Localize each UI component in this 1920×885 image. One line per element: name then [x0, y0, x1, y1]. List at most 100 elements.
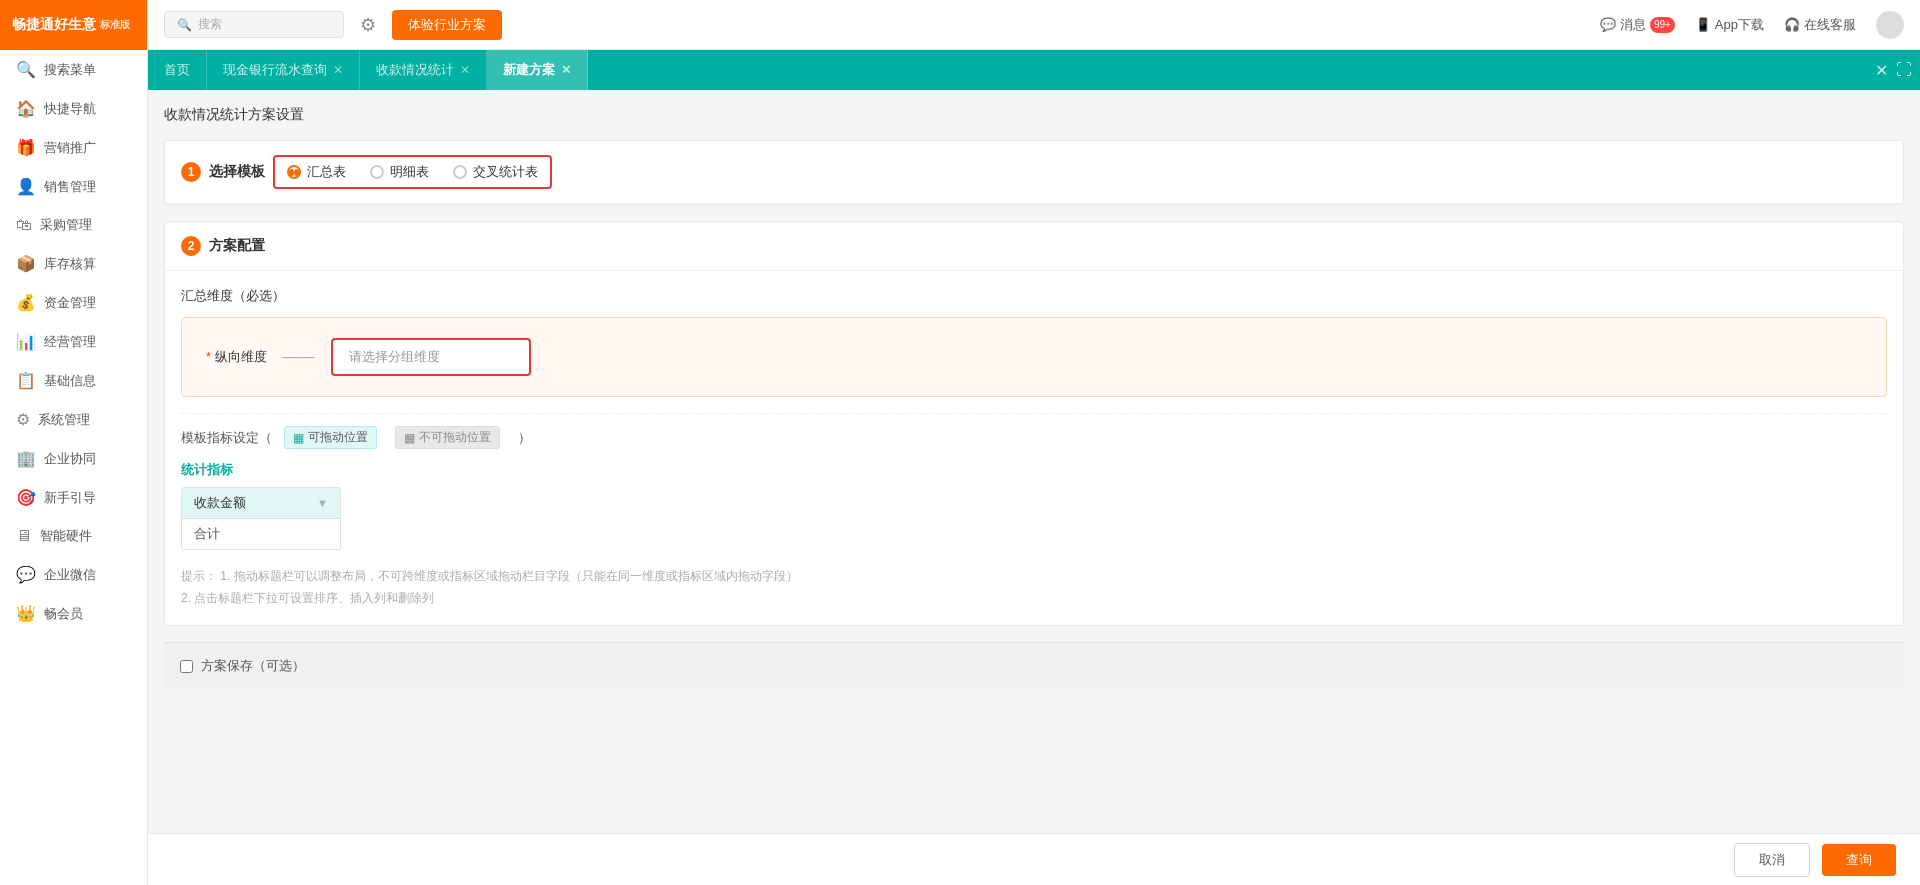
- section2-number: 2: [181, 236, 201, 256]
- footer-bar: 取消 查询: [148, 833, 1920, 885]
- tag-draggable: ▦ 可拖动位置: [284, 426, 377, 449]
- radio-cross[interactable]: 交叉统计表: [453, 163, 538, 181]
- sidebar-item-vip[interactable]: 👑 畅会员: [0, 594, 147, 633]
- section-plan-config: 2 方案配置 汇总维度（必选） * 纵向维度 —— 请选择分组维度: [164, 221, 1904, 626]
- dimension-select[interactable]: 请选择分组维度: [331, 338, 531, 376]
- service-label: 在线客服: [1804, 16, 1856, 34]
- avatar[interactable]: [1876, 11, 1904, 39]
- radio-summary[interactable]: 汇总表: [287, 163, 346, 181]
- sidebar-item-label: 采购管理: [40, 216, 92, 234]
- radio-summary-label: 汇总表: [307, 163, 346, 181]
- tab-minimize-icon[interactable]: ✕: [1875, 61, 1888, 80]
- draggable-label: 可拖动位置: [308, 429, 368, 446]
- download-item[interactable]: 📱 App下载: [1695, 16, 1764, 34]
- settings-icon[interactable]: ⚙: [360, 14, 376, 36]
- message-item[interactable]: 💬 消息 99+: [1600, 16, 1675, 34]
- section-template-header: 1 选择模板 汇总表 明细表: [165, 141, 1903, 204]
- message-icon: 💬: [1600, 17, 1616, 32]
- tab-new-plan[interactable]: 新建方案 ✕: [487, 50, 588, 90]
- dimension-group-label: 汇总维度（必选）: [181, 287, 1887, 305]
- dropdown-chevron-icon[interactable]: ▼: [317, 497, 328, 509]
- template-options-wrapper: 汇总表 明细表 交叉统计表: [273, 155, 552, 189]
- sidebar-item-guide[interactable]: 🎯 新手引导: [0, 478, 147, 517]
- plan-config-body: 汇总维度（必选） * 纵向维度 —— 请选择分组维度: [165, 271, 1903, 625]
- search-menu-icon: 🔍: [16, 60, 36, 79]
- radio-detail[interactable]: 明细表: [370, 163, 429, 181]
- non-draggable-label: 不可拖动位置: [419, 429, 491, 446]
- search-bar[interactable]: 🔍 搜索: [164, 11, 344, 38]
- sidebar: 畅捷通好生意 标准版 🔍 搜索菜单 🏠 快捷导航 🎁 营销推广 👤 销售管理 🛍…: [0, 0, 148, 885]
- tag-non-draggable: ▦ 不可拖动位置: [395, 426, 500, 449]
- tab-bank-flow-label: 现金银行流水查询: [223, 61, 327, 79]
- sidebar-item-smart-hw[interactable]: 🖥 智能硬件: [0, 517, 147, 555]
- sidebar-item-basic-info[interactable]: 📋 基础信息: [0, 361, 147, 400]
- content-area: 收款情况统计方案设置 1 选择模板 汇总表: [148, 90, 1920, 833]
- tab-revenue-stats-close[interactable]: ✕: [460, 63, 470, 77]
- logo-sub: 标准版: [100, 18, 130, 32]
- hint-line-2: 2. 点击标题栏下拉可设置排序、插入列和删除列: [181, 588, 1887, 610]
- non-draggable-icon: ▦: [404, 431, 415, 445]
- cancel-button[interactable]: 取消: [1734, 843, 1810, 877]
- dimension-arrow-icon: ——: [283, 348, 315, 366]
- vertical-dim-label: * 纵向维度: [206, 348, 267, 366]
- indicator-header-row: 模板指标设定（ ▦ 可拖动位置 ▦ 不可拖动位置 ）: [181, 426, 1887, 449]
- radio-cross-circle: [453, 165, 467, 179]
- tab-revenue-stats[interactable]: 收款情况统计 ✕: [360, 50, 487, 90]
- sidebar-item-finance[interactable]: 💰 资金管理: [0, 283, 147, 322]
- query-button[interactable]: 查询: [1822, 844, 1896, 876]
- section2-header: 2 方案配置: [165, 222, 1903, 271]
- sidebar-item-label: 搜索菜单: [44, 61, 96, 79]
- trial-button[interactable]: 体验行业方案: [392, 10, 502, 40]
- sidebar-item-marketing[interactable]: 🎁 营销推广: [0, 128, 147, 167]
- gift-icon: 🎁: [16, 138, 36, 157]
- draggable-icon: ▦: [293, 431, 304, 445]
- section-template: 1 选择模板 汇总表 明细表: [164, 140, 1904, 205]
- sidebar-item-label: 基础信息: [44, 372, 96, 390]
- tab-expand-icon[interactable]: ⛶: [1896, 61, 1912, 79]
- sidebar-item-label: 新手引导: [44, 489, 96, 507]
- tab-home-label: 首页: [164, 61, 190, 79]
- message-label: 消息: [1620, 16, 1646, 34]
- indicator-section: 模板指标设定（ ▦ 可拖动位置 ▦ 不可拖动位置 ）: [181, 413, 1887, 609]
- tabbar-controls: ✕ ⛶: [1867, 50, 1920, 90]
- save-section: 方案保存（可选）: [164, 642, 1904, 689]
- chart-icon: 📊: [16, 332, 36, 351]
- search-icon: 🔍: [177, 18, 192, 32]
- tab-new-plan-label: 新建方案: [503, 61, 555, 79]
- tab-bank-flow-close[interactable]: ✕: [333, 63, 343, 77]
- tab-home[interactable]: 首页: [148, 50, 207, 90]
- sidebar-item-sales[interactable]: 👤 销售管理: [0, 167, 147, 206]
- guide-icon: 🎯: [16, 488, 36, 507]
- section2-title: 方案配置: [209, 237, 265, 255]
- message-badge: 99+: [1650, 17, 1675, 33]
- sidebar-item-label: 快捷导航: [44, 100, 96, 118]
- sidebar-item-operations[interactable]: 📊 经营管理: [0, 322, 147, 361]
- box-icon: 📦: [16, 254, 36, 273]
- hint-line-1: 提示： 1. 拖动标题栏可以调整布局，不可跨维度或指标区域拖动栏目字段（只能在同…: [181, 566, 1887, 588]
- sidebar-item-enterprise-wechat[interactable]: 💬 企业微信: [0, 555, 147, 594]
- service-item[interactable]: 🎧 在线客服: [1784, 16, 1856, 34]
- sidebar-item-enterprise-collab[interactable]: 🏢 企业协同: [0, 439, 147, 478]
- tab-bank-flow[interactable]: 现金银行流水查询 ✕: [207, 50, 360, 90]
- indicator-table-header[interactable]: 收款金额 ▼: [182, 488, 340, 519]
- section1-number: 1: [181, 162, 201, 182]
- sidebar-item-search-menu[interactable]: 🔍 搜索菜单: [0, 50, 147, 89]
- home-icon: 🏠: [16, 99, 36, 118]
- tab-new-plan-close[interactable]: ✕: [561, 63, 571, 77]
- save-checkbox[interactable]: [180, 660, 193, 673]
- headset-icon: 🎧: [1784, 17, 1800, 32]
- sidebar-item-purchase[interactable]: 🛍 采购管理: [0, 206, 147, 244]
- chat-icon: 💬: [16, 565, 36, 584]
- sidebar-logo: 畅捷通好生意 标准版: [0, 0, 147, 50]
- download-icon: 📱: [1695, 17, 1711, 32]
- sidebar-item-system[interactable]: ⚙ 系统管理: [0, 400, 147, 439]
- tabbar: 首页 现金银行流水查询 ✕ 收款情况统计 ✕ 新建方案 ✕ ✕ ⛶: [148, 50, 1920, 90]
- logo-text: 畅捷通好生意: [12, 16, 96, 34]
- sidebar-item-label: 系统管理: [38, 411, 90, 429]
- indicator-table-row: 合计: [182, 519, 340, 549]
- page-title: 收款情况统计方案设置: [164, 106, 1904, 124]
- sidebar-item-inventory[interactable]: 📦 库存核算: [0, 244, 147, 283]
- topbar-right: 💬 消息 99+ 📱 App下载 🎧 在线客服: [1600, 11, 1904, 39]
- indicator-table: 收款金额 ▼ 合计: [181, 487, 341, 550]
- sidebar-item-quick-nav[interactable]: 🏠 快捷导航: [0, 89, 147, 128]
